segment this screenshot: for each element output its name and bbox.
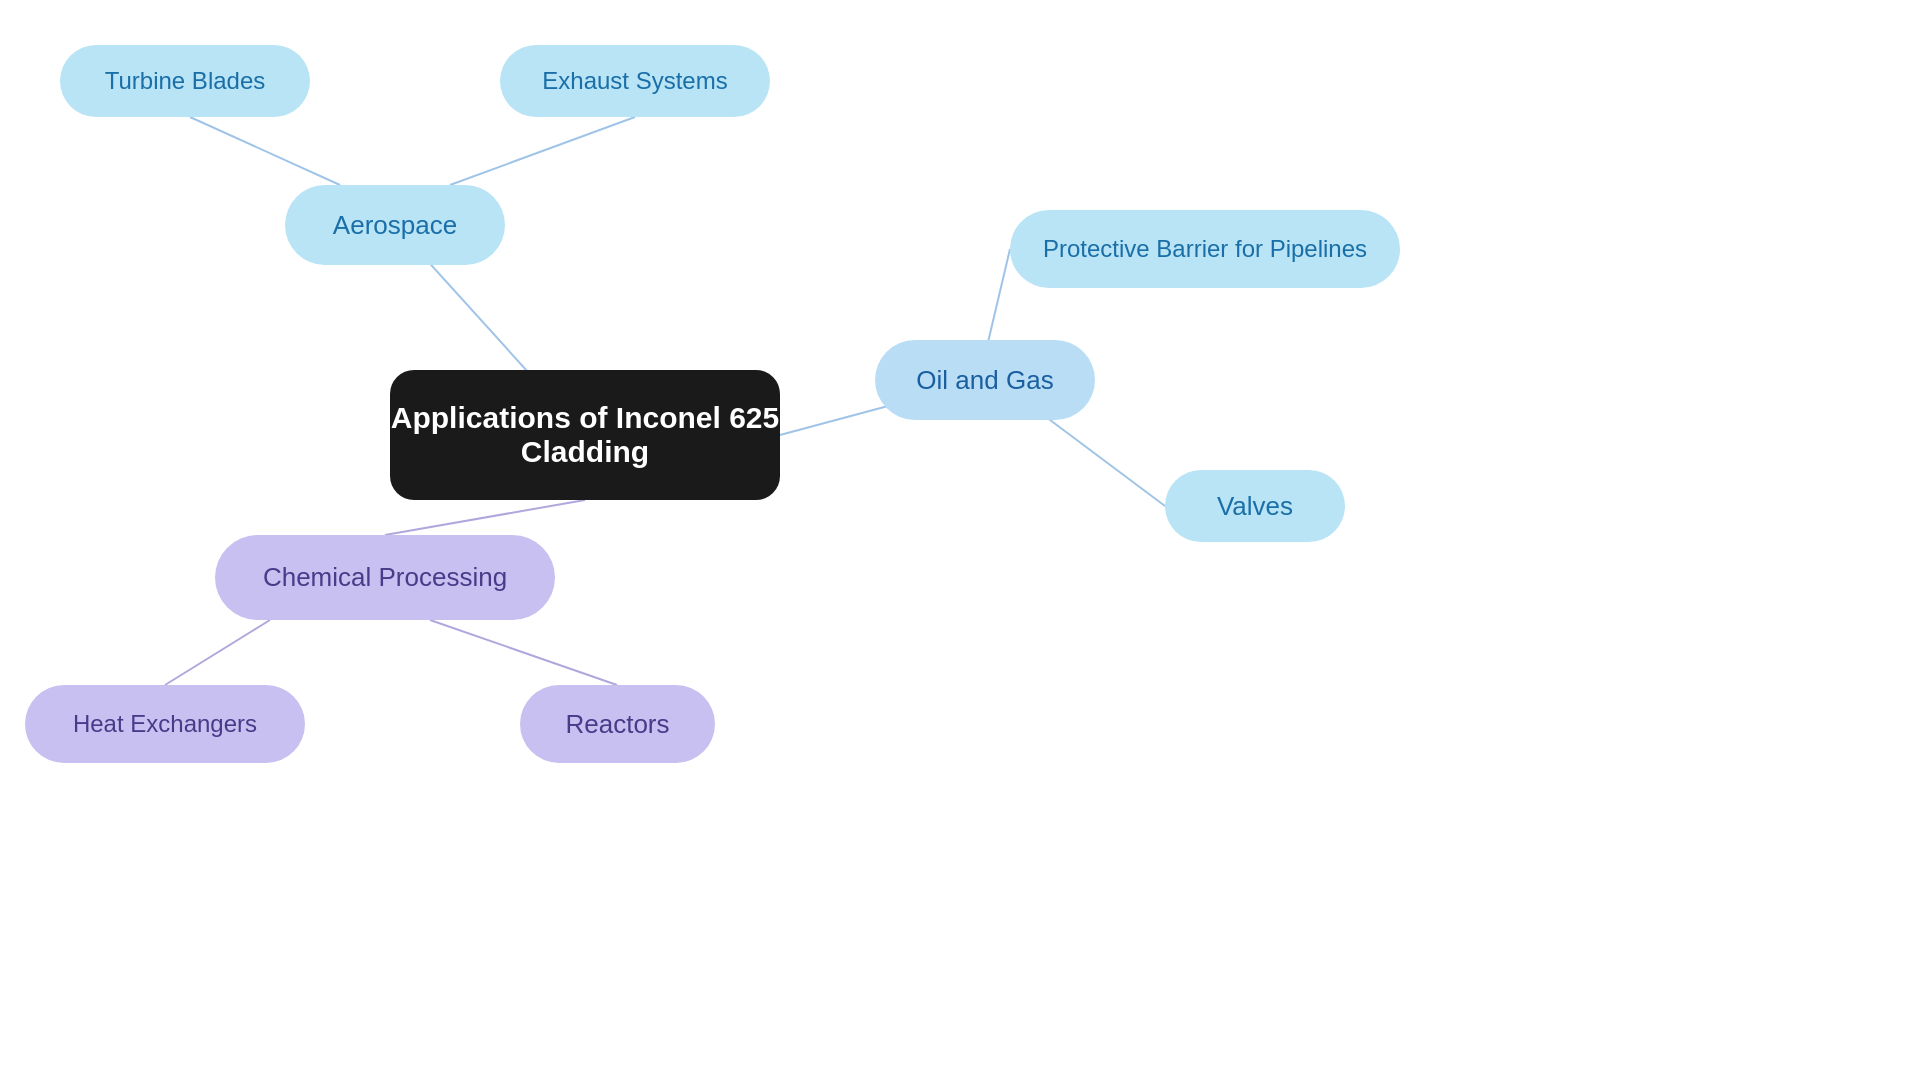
turbine-blades-node: Turbine Blades [60, 45, 310, 117]
aerospace-label: Aerospace [333, 210, 457, 241]
exhaust-systems-label: Exhaust Systems [542, 67, 727, 95]
exhaust-systems-node: Exhaust Systems [500, 45, 770, 117]
oil-and-gas-node: Oil and Gas [875, 340, 1095, 420]
svg-line-1 [190, 117, 340, 185]
center-node: Applications of Inconel 625 Cladding [390, 370, 780, 500]
svg-line-7 [165, 620, 270, 685]
aerospace-node: Aerospace [285, 185, 505, 265]
chemical-processing-label: Chemical Processing [263, 562, 507, 593]
reactors-node: Reactors [520, 685, 715, 763]
oil-and-gas-label: Oil and Gas [916, 365, 1053, 396]
center-node-label: Applications of Inconel 625 Cladding [390, 401, 780, 469]
protective-barrier-node: Protective Barrier for Pipelines [1010, 210, 1400, 288]
turbine-blades-label: Turbine Blades [105, 67, 266, 95]
heat-exchangers-node: Heat Exchangers [25, 685, 305, 763]
svg-line-2 [450, 117, 635, 185]
svg-line-8 [430, 620, 617, 685]
chemical-processing-node: Chemical Processing [215, 535, 555, 620]
svg-line-5 [1030, 405, 1165, 506]
valves-node: Valves [1165, 470, 1345, 542]
svg-line-6 [385, 500, 585, 535]
protective-barrier-label: Protective Barrier for Pipelines [1043, 235, 1367, 263]
valves-label: Valves [1217, 491, 1293, 522]
reactors-label: Reactors [565, 709, 669, 740]
heat-exchangers-label: Heat Exchangers [73, 710, 257, 738]
